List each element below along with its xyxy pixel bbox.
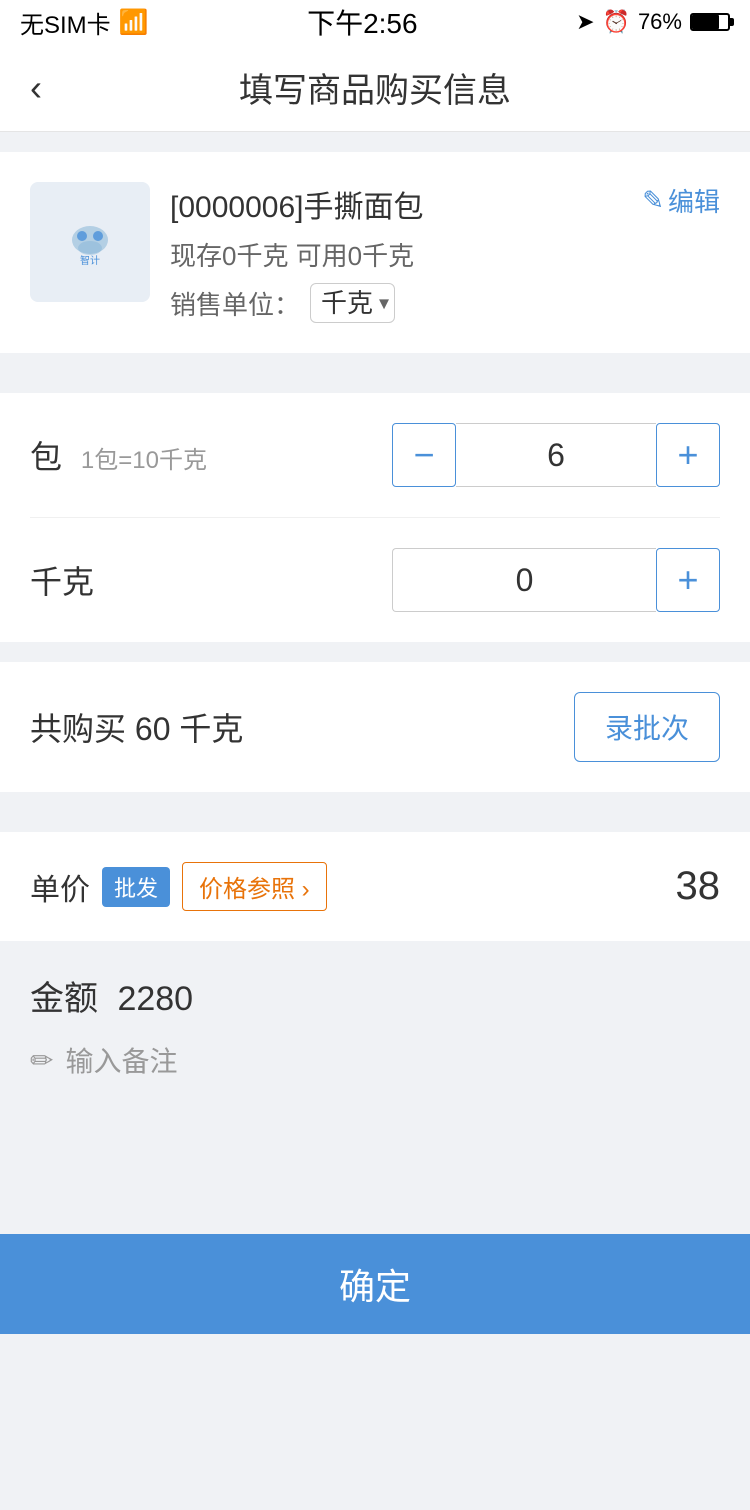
price-ref-button[interactable]: 价格参照 › xyxy=(182,862,327,911)
separator-2 xyxy=(0,792,750,812)
kg-row: 千克 + xyxy=(30,518,720,642)
package-row: 包 1包=10千克 − + xyxy=(30,393,720,518)
confirm-button[interactable]: 确定 xyxy=(0,1234,750,1334)
product-card: 智计 [0000006]手撕面包 ✎ 编辑 现存0千克 可用0千克 销售单位： … xyxy=(0,152,750,353)
kg-quantity-input[interactable] xyxy=(392,548,656,612)
kg-label: 千克 xyxy=(30,557,392,603)
product-info: [0000006]手撕面包 ✎ 编辑 现存0千克 可用0千克 销售单位： 千克 … xyxy=(170,182,720,323)
back-button[interactable]: ‹ xyxy=(30,67,90,109)
amount-label: 金额 xyxy=(30,980,98,1018)
status-bar: 无SIM卡 📶 下午2:56 ➤ ⏰ 76% xyxy=(0,0,750,44)
package-increase-button[interactable]: + xyxy=(656,423,720,487)
location-icon: ➤ xyxy=(576,9,594,35)
wifi-icon: 📶 xyxy=(119,8,149,37)
remark-placeholder: 输入备注 xyxy=(65,1040,177,1080)
kg-quantity-control: + xyxy=(392,548,720,612)
page-title: 填写商品购买信息 xyxy=(239,63,511,112)
edit-label: 编辑 xyxy=(668,182,720,219)
price-value: 38 xyxy=(676,864,721,909)
amount-row: 金额 2280 xyxy=(30,971,720,1020)
quantity-section: 包 1包=10千克 − + 千克 + xyxy=(0,393,750,642)
status-time: 下午2:56 xyxy=(307,2,418,42)
package-quantity-input[interactable] xyxy=(456,423,656,487)
package-hint: 1包=10千克 xyxy=(81,447,207,474)
status-left: 无SIM卡 📶 xyxy=(20,5,149,40)
carrier-text: 无SIM卡 xyxy=(20,5,111,40)
remark-row[interactable]: ✏ 输入备注 xyxy=(30,1040,720,1080)
separator-1 xyxy=(0,353,750,373)
alarm-icon: ⏰ xyxy=(603,9,630,35)
status-right: ➤ ⏰ 76% xyxy=(576,9,730,35)
product-image: 智计 xyxy=(30,182,150,302)
total-text: 共购买 60 千克 xyxy=(30,704,243,750)
package-label: 包 1包=10千克 xyxy=(30,432,392,478)
amount-section: 金额 2280 ✏ 输入备注 xyxy=(0,941,750,1110)
edit-icon: ✎ xyxy=(642,185,664,216)
product-logo: 智计 xyxy=(60,212,120,272)
price-section: 单价 批发 价格参照 › 38 xyxy=(0,832,750,941)
nav-bar: ‹ 填写商品购买信息 xyxy=(0,44,750,132)
pencil-icon: ✏ xyxy=(30,1044,53,1077)
amount-value: 2280 xyxy=(117,980,193,1018)
package-quantity-control: − + xyxy=(392,423,720,487)
battery-text: 76% xyxy=(638,9,682,35)
price-label-text: 单价 xyxy=(30,865,90,909)
pifa-badge: 批发 xyxy=(102,867,170,907)
batch-button[interactable]: 录批次 xyxy=(574,692,720,762)
edit-button[interactable]: ✎ 编辑 xyxy=(642,182,720,219)
price-label-group: 单价 批发 价格参照 › xyxy=(30,862,327,911)
unit-select-wrapper[interactable]: 千克 包 xyxy=(310,283,395,323)
svg-text:智计: 智计 xyxy=(80,254,100,267)
kg-increase-button[interactable]: + xyxy=(656,548,720,612)
unit-select[interactable]: 千克 包 xyxy=(310,283,395,323)
package-decrease-button[interactable]: − xyxy=(392,423,456,487)
total-row: 共购买 60 千克 录批次 xyxy=(0,662,750,792)
unit-label: 销售单位： xyxy=(170,285,300,322)
product-stock: 现存0千克 可用0千克 xyxy=(170,236,720,273)
battery-icon xyxy=(690,13,730,31)
product-unit: 销售单位： 千克 包 xyxy=(170,283,720,323)
product-name: [0000006]手撕面包 xyxy=(170,182,423,226)
